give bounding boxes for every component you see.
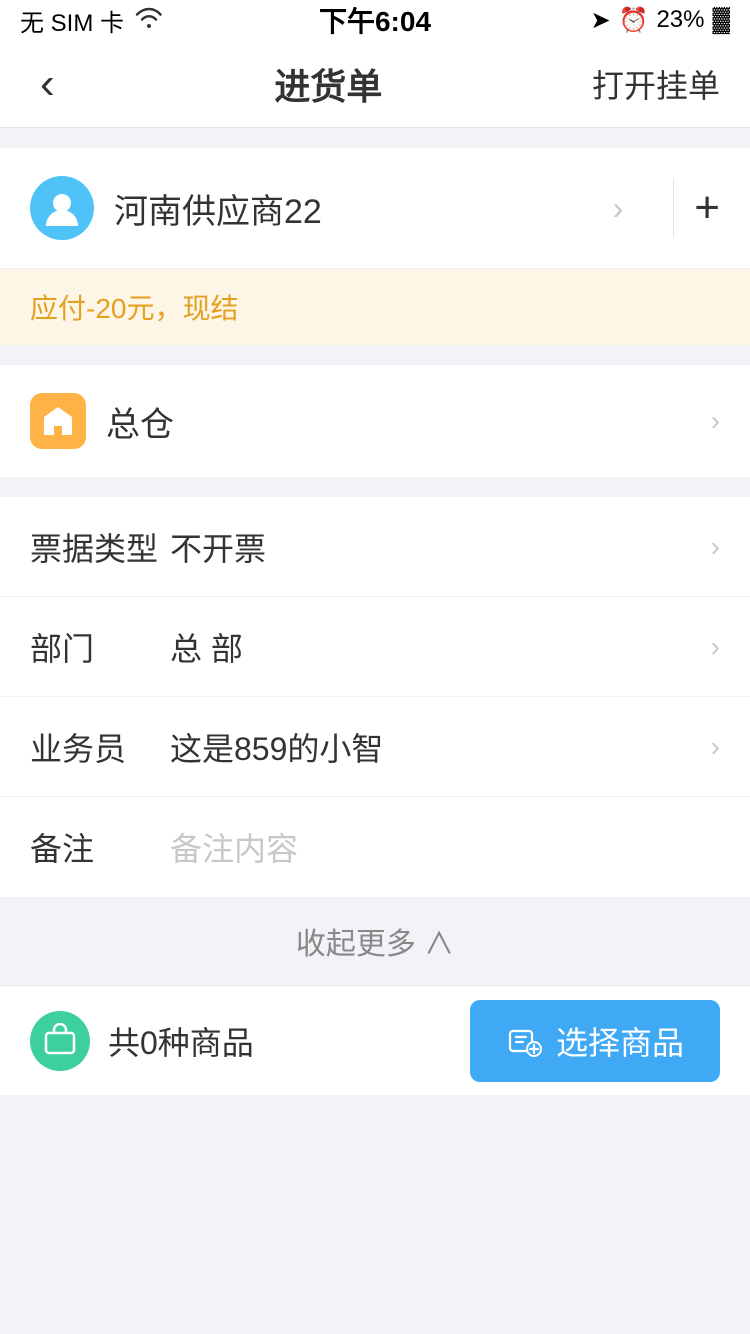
supplier-chevron-icon: › (613, 190, 624, 227)
department-label: 部门 (30, 624, 170, 670)
back-button[interactable]: ‹ (30, 49, 65, 119)
add-supplier-button[interactable]: + (694, 183, 720, 233)
salesperson-value: 这是859的小智 (170, 724, 711, 770)
bottom-bar: 共0种商品 选择商品 (0, 985, 750, 1095)
main-content: 河南供应商22 › + 应付-20元，现结 总仓 › 票据类型 不开票 › (0, 128, 750, 1095)
remark-placeholder: 备注内容 (170, 824, 720, 870)
notice-bar: 应付-20元，现结 (0, 269, 750, 345)
status-time: 下午6:04 (319, 0, 431, 40)
divider (673, 178, 674, 238)
product-count-text: 共0种商品 (108, 1018, 254, 1064)
salesperson-row[interactable]: 业务员 这是859的小智 › (0, 697, 750, 797)
remark-label: 备注 (30, 824, 170, 870)
supplier-card: 河南供应商22 › + 应付-20元，现结 (0, 148, 750, 345)
supplier-row[interactable]: 河南供应商22 › + (0, 148, 750, 269)
page-title: 进货单 (274, 58, 382, 110)
battery-icon: ▓ (713, 6, 731, 34)
warehouse-card[interactable]: 总仓 › (0, 365, 750, 477)
salesperson-chevron-icon: › (711, 731, 720, 763)
carrier-text: 无 SIM 卡 (20, 3, 124, 38)
collapse-more-button[interactable]: 收起更多 ∧ (0, 897, 750, 985)
department-row[interactable]: 部门 总 部 › (0, 597, 750, 697)
product-count-area: 共0种商品 (30, 1011, 254, 1071)
supplier-avatar (30, 176, 94, 240)
open-pending-button[interactable]: 打开挂单 (592, 61, 720, 107)
wifi-icon (134, 6, 164, 35)
status-right: ➤ ⏰ 23% ▓ (590, 6, 730, 35)
invoice-type-label: 票据类型 (30, 524, 170, 570)
select-product-label: 选择商品 (556, 1018, 684, 1064)
invoice-type-value: 不开票 (170, 524, 711, 570)
warehouse-chevron-icon: › (711, 405, 720, 437)
supplier-name: 河南供应商22 (114, 184, 613, 233)
section-gap-1 (0, 128, 750, 148)
battery-text: 23% (656, 6, 704, 34)
select-product-button[interactable]: 选择商品 (470, 1000, 720, 1082)
collapse-label: 收起更多 ∧ (296, 919, 454, 963)
alarm-icon: ⏰ (619, 6, 649, 35)
product-icon (30, 1011, 90, 1071)
nav-bar: ‹ 进货单 打开挂单 (0, 40, 750, 128)
remark-row[interactable]: 备注 备注内容 (0, 797, 750, 897)
department-chevron-icon: › (711, 631, 720, 663)
invoice-type-row[interactable]: 票据类型 不开票 › (0, 497, 750, 597)
status-bar: 无 SIM 卡 下午6:04 ➤ ⏰ 23% ▓ (0, 0, 750, 40)
warehouse-icon (30, 393, 86, 449)
location-icon: ➤ (590, 6, 610, 35)
warehouse-row[interactable]: 总仓 › (0, 365, 750, 477)
salesperson-label: 业务员 (30, 724, 170, 770)
notice-text: 应付-20元，现结 (30, 293, 238, 324)
warehouse-name: 总仓 (106, 397, 711, 446)
form-card: 票据类型 不开票 › 部门 总 部 › 业务员 这是859的小智 › 备注 备注… (0, 497, 750, 897)
section-gap-2 (0, 345, 750, 365)
select-product-icon (506, 1023, 542, 1059)
section-gap-3 (0, 477, 750, 497)
invoice-type-chevron-icon: › (711, 531, 720, 563)
status-left: 无 SIM 卡 (20, 3, 164, 38)
department-value: 总 部 (170, 624, 711, 670)
